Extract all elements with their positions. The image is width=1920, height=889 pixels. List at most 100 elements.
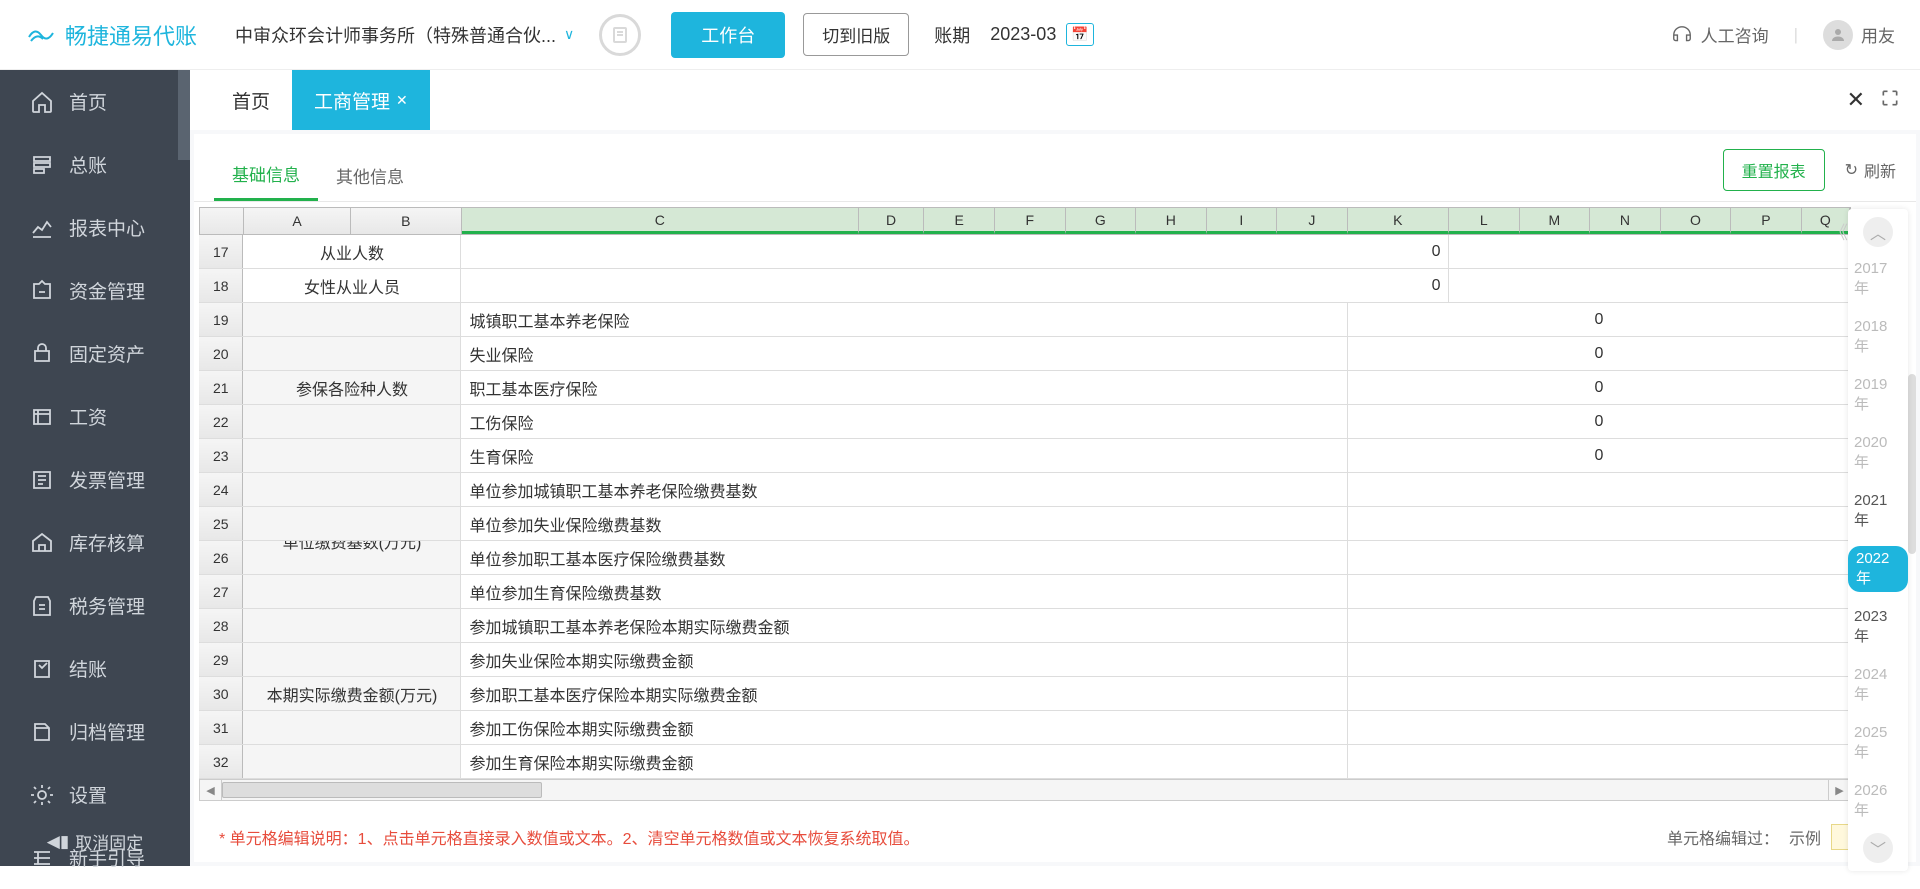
row-header[interactable]: 26 <box>199 541 243 574</box>
cell-value[interactable]: 0 <box>1348 405 1851 438</box>
year-down-button[interactable]: ﹀ <box>1863 833 1893 863</box>
row-header[interactable]: 18 <box>199 269 243 302</box>
col-header-L[interactable]: L <box>1449 208 1520 234</box>
row-header[interactable]: 23 <box>199 439 243 472</box>
cell-desc[interactable]: 工伤保险 <box>461 405 1348 438</box>
year-2025年[interactable]: 2025年 <box>1848 714 1908 772</box>
sidebar-item-6[interactable]: 发票管理 <box>0 448 190 511</box>
cell-value[interactable]: 0 <box>1348 439 1851 472</box>
row-header[interactable]: 25 <box>199 507 243 540</box>
consult-link[interactable]: 人工咨询 <box>1671 22 1769 47</box>
col-header-J[interactable]: J <box>1277 208 1348 234</box>
year-2022年[interactable]: 2022年 <box>1848 546 1908 592</box>
sidebar-item-7[interactable]: 库存核算 <box>0 511 190 574</box>
row-header[interactable]: 17 <box>199 235 243 268</box>
scroll-right-icon[interactable]: ▶ <box>1828 780 1850 800</box>
cell-label[interactable] <box>243 643 461 676</box>
cell-desc[interactable]: 参加职工基本医疗保险本期实际缴费金额 <box>461 677 1348 710</box>
row-header[interactable]: 24 <box>199 473 243 506</box>
cell-value[interactable] <box>1348 507 1851 540</box>
row-header[interactable]: 20 <box>199 337 243 370</box>
cell-value[interactable] <box>1348 745 1851 778</box>
cell-label[interactable]: 本期实际缴费金额(万元) <box>243 677 461 710</box>
col-header-K[interactable]: K <box>1348 208 1449 234</box>
cell-desc[interactable]: 0 <box>461 235 1449 268</box>
col-header-N[interactable]: N <box>1590 208 1661 234</box>
col-header-G[interactable]: G <box>1066 208 1137 234</box>
year-up-button[interactable]: ︿ <box>1863 217 1893 247</box>
cell-desc[interactable]: 生育保险 <box>461 439 1348 472</box>
sidebar-item-10[interactable]: 归档管理 <box>0 700 190 763</box>
col-header-O[interactable]: O <box>1661 208 1732 234</box>
cell-desc[interactable]: 单位参加城镇职工基本养老保险缴费基数 <box>461 473 1348 506</box>
row-header[interactable]: 29 <box>199 643 243 676</box>
year-2021年[interactable]: 2021年 <box>1848 482 1908 540</box>
cell-desc[interactable]: 0 <box>461 269 1449 302</box>
cell-value[interactable] <box>1348 677 1851 710</box>
year-2023年[interactable]: 2023年 <box>1848 598 1908 656</box>
close-icon[interactable]: ✕ <box>396 92 408 109</box>
cell-desc[interactable]: 单位参加职工基本医疗保险缴费基数 <box>461 541 1348 574</box>
sidebar-item-0[interactable]: 首页 <box>0 70 190 133</box>
cell-label[interactable] <box>243 439 461 472</box>
row-header[interactable]: 19 <box>199 303 243 336</box>
cell-label[interactable] <box>243 745 461 778</box>
cell-desc[interactable]: 参加失业保险本期实际缴费金额 <box>461 643 1348 676</box>
row-header[interactable]: 28 <box>199 609 243 642</box>
scroll-left-icon[interactable]: ◀ <box>200 780 222 800</box>
col-header-M[interactable]: M <box>1520 208 1591 234</box>
row-header[interactable]: 22 <box>199 405 243 438</box>
cell-desc[interactable]: 失业保险 <box>461 337 1348 370</box>
cell-label[interactable] <box>243 711 461 744</box>
cell-value[interactable]: 0 <box>1348 337 1851 370</box>
vertical-scroll-indicator[interactable] <box>1908 374 1916 554</box>
col-header-A[interactable]: A <box>244 208 350 234</box>
sidebar-item-4[interactable]: 固定资产 <box>0 322 190 385</box>
cell-value[interactable]: 0 <box>1348 303 1851 336</box>
reset-report-button[interactable]: 重置报表 <box>1723 149 1825 191</box>
cancel-pin-button[interactable]: ◀▮取消固定 <box>0 817 190 866</box>
sidebar-item-2[interactable]: 报表中心 <box>0 196 190 259</box>
year-2020年[interactable]: 2020年 <box>1848 424 1908 482</box>
col-header-I[interactable]: I <box>1207 208 1278 234</box>
sidebar-scrollbar[interactable] <box>178 70 190 160</box>
year-2019年[interactable]: 2019年 <box>1848 366 1908 424</box>
cell-value[interactable]: 0 <box>1348 371 1851 404</box>
cell-label[interactable] <box>243 507 461 540</box>
cell-label[interactable]: 参保各险种人数 <box>243 371 461 404</box>
col-header-C[interactable]: C <box>462 208 859 234</box>
year-2017年[interactable]: 2017年 <box>1848 250 1908 308</box>
col-header-E[interactable]: E <box>924 208 995 234</box>
year-2024年[interactable]: 2024年 <box>1848 656 1908 714</box>
col-header-P[interactable]: P <box>1731 208 1802 234</box>
cell-label[interactable] <box>243 609 461 642</box>
cell-value[interactable] <box>1348 575 1851 608</box>
cell-desc[interactable]: 单位参加失业保险缴费基数 <box>461 507 1348 540</box>
cell-value[interactable] <box>1348 711 1851 744</box>
horizontal-scrollbar[interactable]: ◀ ▶ <box>199 779 1851 801</box>
col-header-F[interactable]: F <box>995 208 1066 234</box>
sidebar-item-1[interactable]: 总账 <box>0 133 190 196</box>
user-menu[interactable]: 用友 <box>1823 20 1895 50</box>
row-header[interactable]: 32 <box>199 745 243 778</box>
cell-label[interactable] <box>243 303 461 336</box>
year-2018年[interactable]: 2018年 <box>1848 308 1908 366</box>
cell-desc[interactable]: 单位参加生育保险缴费基数 <box>461 575 1348 608</box>
cell-value[interactable] <box>1348 643 1851 676</box>
cell-desc[interactable]: 城镇职工基本养老保险 <box>461 303 1348 336</box>
scroll-thumb[interactable] <box>222 782 542 798</box>
refresh-button[interactable]: ↻刷新 <box>1845 158 1896 182</box>
tab-business-admin[interactable]: 工商管理✕ <box>292 70 430 130</box>
panel-collapse-icon[interactable]: 《 <box>1830 219 1848 245</box>
tabs-close-button[interactable]: ✕ <box>1847 87 1865 113</box>
cell-label[interactable] <box>243 337 461 370</box>
cell-desc[interactable]: 参加工伤保险本期实际缴费金额 <box>461 711 1348 744</box>
subtab-other[interactable]: 其他信息 <box>318 151 422 200</box>
col-header-B[interactable]: B <box>351 208 462 234</box>
sidebar-item-9[interactable]: 结账 <box>0 637 190 700</box>
doc-icon[interactable] <box>599 14 641 56</box>
period-value[interactable]: 2023-03 <box>990 24 1056 45</box>
row-header[interactable]: 30 <box>199 677 243 710</box>
cell-value[interactable] <box>1348 473 1851 506</box>
sidebar-item-3[interactable]: 资金管理 <box>0 259 190 322</box>
